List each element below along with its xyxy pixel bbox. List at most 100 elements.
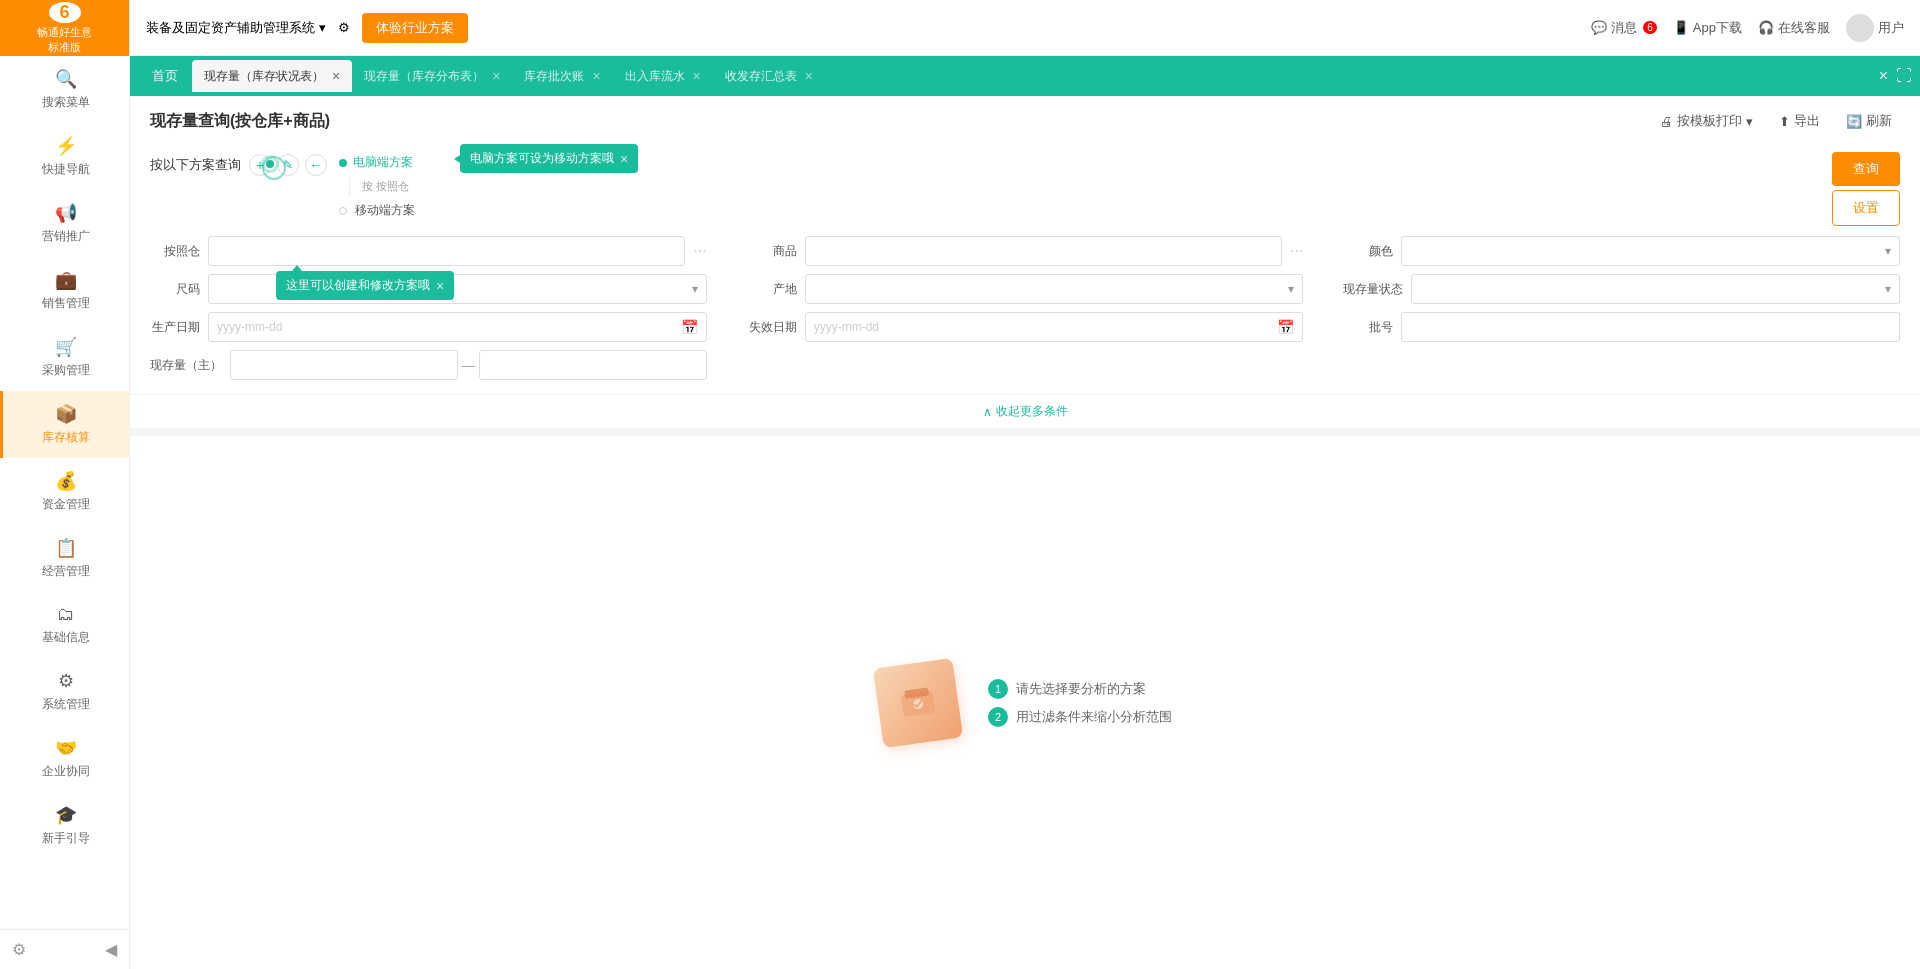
sidebar-item-operation[interactable]: 📋 经营管理 xyxy=(0,525,129,592)
export-button[interactable]: ⬆ 导出 xyxy=(1771,108,1828,134)
sidebar-item-search[interactable]: 🔍 搜索菜单 xyxy=(0,56,129,123)
scheme-item-mobile[interactable]: 移动端方案 xyxy=(335,200,419,221)
size-arrow-icon: ▾ xyxy=(692,282,698,296)
warehouse-label: 按照仓 xyxy=(150,243,200,260)
filter-mfg-date: 生产日期 yyyy-mm-dd 📅 xyxy=(150,312,707,342)
page-actions: 🖨 按模板打印 ▾ ⬆ 导出 🔄 刷新 xyxy=(1652,108,1900,134)
mfg-date-input[interactable]: yyyy-mm-dd 📅 xyxy=(208,312,707,342)
logo: 6 畅通好生意 标准版 xyxy=(0,0,129,56)
print-button[interactable]: 🖨 按模板打印 ▾ xyxy=(1652,108,1761,134)
filter-stock-qty: 现存量（主） — xyxy=(150,350,707,380)
tab-close-icon[interactable]: × xyxy=(492,68,500,84)
tooltip-edit-close[interactable]: × xyxy=(436,278,444,294)
stock-status-arrow-icon: ▾ xyxy=(1885,282,1891,296)
empty-steps: 1 请先选择要分析的方案 2 用过滤条件来缩小分析范围 xyxy=(988,679,1172,727)
system-name-selector[interactable]: 装备及固定资产辅助管理系统 ▾ xyxy=(146,19,326,37)
sidebar-item-enterprise[interactable]: 🤝 企业协同 xyxy=(0,725,129,792)
tab-close-icon[interactable]: × xyxy=(592,68,600,84)
scheme-dot-icon xyxy=(339,159,347,167)
empty-icon-wrap xyxy=(878,663,958,743)
scheme-sub-item[interactable]: 按 按照仓 xyxy=(358,177,419,196)
search-button[interactable]: 查询 xyxy=(1832,152,1900,186)
product-dots[interactable]: ··· xyxy=(1290,242,1303,260)
topbar-right: 💬 消息 6 📱 App下载 🎧 在线客服 用户 xyxy=(1591,14,1904,42)
filter-row-3: 生产日期 yyyy-mm-dd 📅 失效日期 yyyy-mm-dd 📅 xyxy=(150,312,1900,342)
collapse-sidebar-btn[interactable]: ◀ xyxy=(105,940,117,959)
sidebar-item-sales[interactable]: 💼 销售管理 xyxy=(0,257,129,324)
scheme-list: 电脑端方案 按 按照仓 移动端方案 xyxy=(335,152,419,221)
message-button[interactable]: 💬 消息 6 xyxy=(1591,19,1657,37)
tab-collect-summary[interactable]: 收发存汇总表 × xyxy=(713,60,825,92)
online-service-button[interactable]: 🎧 在线客服 xyxy=(1758,19,1830,37)
trial-button[interactable]: 体验行业方案 xyxy=(362,13,468,43)
collapse-bar[interactable]: ∧ 收起更多条件 xyxy=(130,394,1920,428)
tab-inventory-status[interactable]: 现存量（库存状况表） × xyxy=(192,60,352,92)
calendar-icon: 📅 xyxy=(681,319,698,335)
tooltip-edit: 这里可以创建和修改方案哦 × xyxy=(276,271,454,300)
batch-input[interactable] xyxy=(1401,312,1900,342)
filter-scheme-label: 按以下方案查询 xyxy=(150,152,241,174)
tab-close-icon[interactable]: × xyxy=(693,68,701,84)
scheme-item-pc[interactable]: 电脑端方案 xyxy=(335,152,419,173)
sidebar-item-purchase[interactable]: 🛒 采购管理 xyxy=(0,324,129,391)
printer-icon: 🖨 xyxy=(1660,114,1673,129)
page-title: 现存量查询(按仓库+商品) xyxy=(150,111,330,132)
finance-icon: 💰 xyxy=(55,470,77,492)
guide-dot xyxy=(264,158,276,170)
reset-button[interactable]: 设置 xyxy=(1832,190,1900,226)
stock-status-select[interactable]: ▾ xyxy=(1411,274,1900,304)
stock-status-label: 现存量状态 xyxy=(1343,281,1403,298)
tab-home[interactable]: 首页 xyxy=(138,60,192,92)
settings-icon[interactable]: ⚙ xyxy=(338,20,350,35)
topbar-left: 装备及固定资产辅助管理系统 ▾ ⚙ 体验行业方案 xyxy=(146,13,468,43)
filter-row-4: 现存量（主） — xyxy=(150,350,1900,380)
sidebar-item-system[interactable]: ⚙ 系统管理 xyxy=(0,658,129,725)
fullscreen-icon[interactable]: ⛶ xyxy=(1896,67,1912,85)
calendar-icon-2: 📅 xyxy=(1277,319,1294,335)
warehouse-dots[interactable]: ··· xyxy=(693,242,706,260)
sidebar-item-marketing[interactable]: 📢 营销推广 xyxy=(0,190,129,257)
filter-product: 商品 ··· xyxy=(747,236,1304,266)
settings-btn[interactable]: ⚙ xyxy=(12,940,26,959)
filter-warehouse: 按照仓 ··· xyxy=(150,236,707,266)
sidebar-item-newbie[interactable]: 🎓 新手引导 xyxy=(0,792,129,859)
stock-qty-max[interactable] xyxy=(479,350,707,380)
user-profile-button[interactable]: 用户 xyxy=(1846,14,1904,42)
refresh-button[interactable]: 🔄 刷新 xyxy=(1838,108,1900,134)
back-scheme-button[interactable]: ← xyxy=(305,154,327,176)
tabbar-right: × ⛶ xyxy=(1879,67,1912,85)
export-icon: ⬆ xyxy=(1779,114,1790,129)
warehouse-select[interactable] xyxy=(208,236,685,266)
sidebar: 6 畅通好生意 标准版 🔍 搜索菜单 ⚡ 快捷导航 📢 营销推广 💼 销售管理 … xyxy=(0,0,130,969)
phone-icon: 📱 xyxy=(1673,20,1689,35)
close-all-tabs-icon[interactable]: × xyxy=(1879,67,1888,85)
tooltip-pc-close[interactable]: × xyxy=(620,151,628,167)
message-badge: 6 xyxy=(1643,21,1657,34)
stock-qty-min[interactable] xyxy=(230,350,458,380)
stock-qty-range: — xyxy=(230,350,707,380)
app-download-button[interactable]: 📱 App下载 xyxy=(1673,19,1742,37)
tab-batch[interactable]: 库存批次账 × xyxy=(512,60,612,92)
color-select[interactable]: ▾ xyxy=(1401,236,1900,266)
color-label: 颜色 xyxy=(1343,243,1393,260)
exp-date-input[interactable]: yyyy-mm-dd 📅 xyxy=(805,312,1304,342)
tabbar: 首页 现存量（库存状况表） × 现存量（库存分布表） × 库存批次账 × 出入库… xyxy=(130,56,1920,96)
origin-label: 产地 xyxy=(747,281,797,298)
product-select[interactable] xyxy=(805,236,1282,266)
system-name-label: 装备及固定资产辅助管理系统 xyxy=(146,19,315,37)
origin-select[interactable]: ▾ xyxy=(805,274,1304,304)
mfg-date-label: 生产日期 xyxy=(150,319,200,336)
empty-state: 1 请先选择要分析的方案 2 用过滤条件来缩小分析范围 xyxy=(130,436,1920,969)
tab-inventory-dist[interactable]: 现存量（库存分布表） × xyxy=(352,60,512,92)
sidebar-item-basic[interactable]: 🗂 基础信息 xyxy=(0,592,129,658)
basic-icon: 🗂 xyxy=(57,604,75,625)
sidebar-item-finance[interactable]: 💰 资金管理 xyxy=(0,458,129,525)
sidebar-item-guide[interactable]: ⚡ 快捷导航 xyxy=(0,123,129,190)
marketing-icon: 📢 xyxy=(55,202,77,224)
tab-close-icon[interactable]: × xyxy=(332,68,340,84)
tab-close-icon[interactable]: × xyxy=(805,68,813,84)
dropdown-arrow-icon: ▾ xyxy=(319,20,326,35)
tab-inout-flow[interactable]: 出入库流水 × xyxy=(613,60,713,92)
size-label: 尺码 xyxy=(150,281,200,298)
sidebar-item-inventory[interactable]: 📦 库存核算 xyxy=(0,391,129,458)
